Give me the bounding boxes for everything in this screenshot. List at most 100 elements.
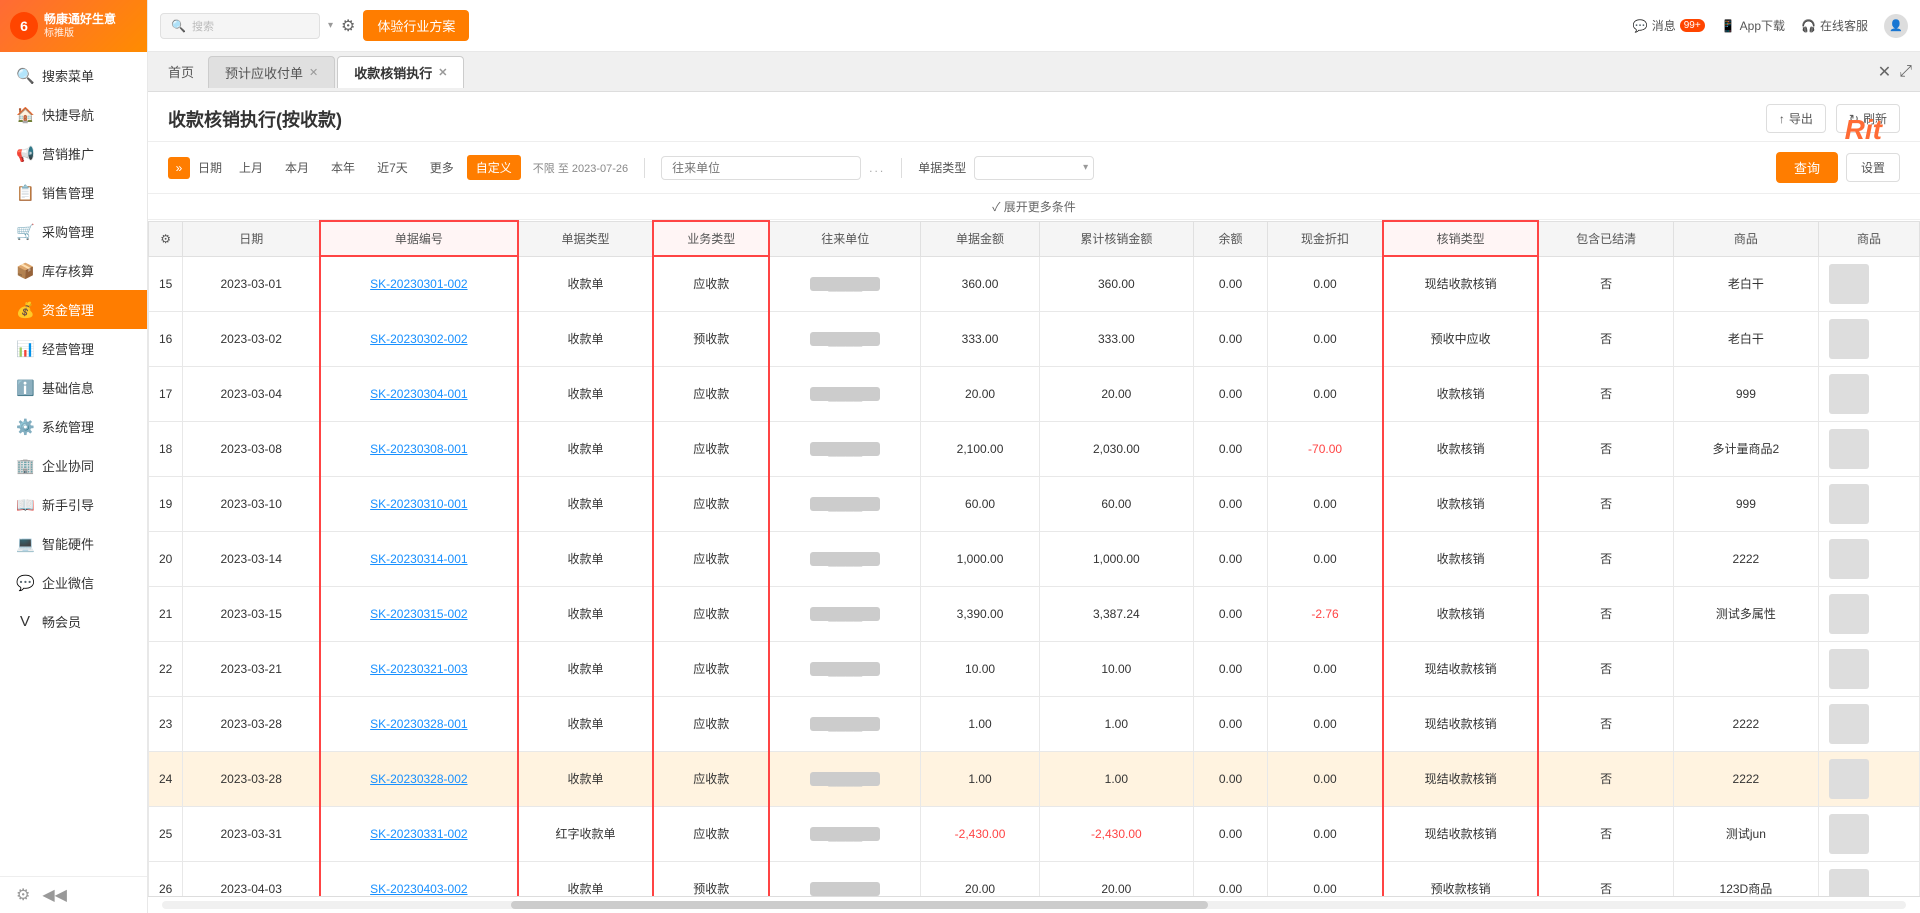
cell-date: 2023-03-28 xyxy=(183,696,320,751)
sidebar-item-sales[interactable]: 📋销售管理 xyxy=(0,173,147,212)
sidebar-item-system[interactable]: ⚙️系统管理 xyxy=(0,407,147,446)
collapse-icon[interactable]: ◀◀ xyxy=(42,885,67,905)
table-row[interactable]: 26 2023-04-03 SK-20230403-002 收款单 预收款 ██… xyxy=(149,861,1920,896)
cell-writeoff-type: 现结收款核销 xyxy=(1383,696,1539,751)
tab-yingfu-close[interactable]: ✕ xyxy=(309,66,318,79)
sidebar-item-member[interactable]: V畅会员 xyxy=(0,602,147,641)
more-btn[interactable]: 更多 xyxy=(421,155,463,180)
service-item[interactable]: 🎧 在线客服 xyxy=(1801,17,1868,34)
sidebar-label-finance: 资金管理 xyxy=(42,300,94,319)
table-row[interactable]: 22 2023-03-21 SK-20230321-003 收款单 应收款 ██… xyxy=(149,641,1920,696)
export-btn[interactable]: ↑ 导出 xyxy=(1766,104,1826,133)
sidebar-item-wechat[interactable]: 💬企业微信 xyxy=(0,563,147,602)
query-btn[interactable]: 查询 xyxy=(1776,152,1838,183)
cell-date: 2023-03-08 xyxy=(183,421,320,476)
cell-bill-no: SK-20230302-002 xyxy=(320,311,518,366)
cell-bill-type: 收款单 xyxy=(518,421,654,476)
table-row[interactable]: 17 2023-03-04 SK-20230304-001 收款单 应收款 ██… xyxy=(149,366,1920,421)
cell-product: 测试jun xyxy=(1673,806,1818,861)
cell-discount: 0.00 xyxy=(1268,751,1383,806)
table-row[interactable]: 21 2023-03-15 SK-20230315-002 收款单 应收款 ██… xyxy=(149,586,1920,641)
table-row[interactable]: 16 2023-03-02 SK-20230302-002 收款单 预收款 ██… xyxy=(149,311,1920,366)
scrollbar[interactable] xyxy=(162,901,1906,909)
expand-bar: ✓ 展开更多条件 xyxy=(148,194,1920,220)
this-month-btn[interactable]: 本月 xyxy=(276,155,318,180)
tab-shoukuan[interactable]: 收款核销执行 ✕ xyxy=(337,56,464,88)
cell-partner: ████ xyxy=(769,861,920,896)
table-row[interactable]: 20 2023-03-14 SK-20230314-001 收款单 应收款 ██… xyxy=(149,531,1920,586)
filter-settings-btn[interactable]: 设置 xyxy=(1846,153,1900,182)
cell-writeoff-type: 收款核销 xyxy=(1383,421,1539,476)
custom-btn[interactable]: 自定义 xyxy=(467,155,521,180)
table-row[interactable]: 24 2023-03-28 SK-20230328-002 收款单 应收款 ██… xyxy=(149,751,1920,806)
main-area: 🔍 搜索 ▾ ⚙ 体验行业方案 💬 消息 99+ 📱 App下载 🎧 在线客服 … xyxy=(148,0,1920,913)
table-row[interactable]: 23 2023-03-28 SK-20230328-001 收款单 应收款 ██… xyxy=(149,696,1920,751)
basic-icon: ℹ️ xyxy=(16,379,34,397)
table-row[interactable]: 15 2023-03-01 SK-20230301-002 收款单 应收款 ██… xyxy=(149,256,1920,311)
last7-btn[interactable]: 近7天 xyxy=(368,155,417,180)
gear-icon[interactable]: ⚙ xyxy=(341,16,355,36)
sidebar-menu: 🔍搜索菜单🏠快捷导航📢营销推广📋销售管理🛒采购管理 📦 库存核算 💰资金管理📊经营管理… xyxy=(0,52,147,876)
cell-seq: 19 xyxy=(149,476,183,531)
cell-date: 2023-03-04 xyxy=(183,366,320,421)
sidebar-item-search[interactable]: 🔍搜索菜单 xyxy=(0,56,147,95)
table-row[interactable]: 19 2023-03-10 SK-20230310-001 收款单 应收款 ██… xyxy=(149,476,1920,531)
filter-date-group: 上月 本月 本年 近7天 更多 自定义 xyxy=(230,155,521,180)
cell-discount: 0.00 xyxy=(1268,256,1383,311)
scroll-thumb[interactable] xyxy=(511,901,1209,909)
partner-input[interactable] xyxy=(661,156,861,180)
cell-product2 xyxy=(1818,586,1919,641)
expand-tab-btn[interactable]: ⤢ xyxy=(1899,62,1912,82)
cell-bill-no: SK-20230314-001 xyxy=(320,531,518,586)
inventory-icon: 📦 xyxy=(16,262,34,280)
sidebar-item-operations[interactable]: 📊经营管理 xyxy=(0,329,147,368)
tab-shoukuan-close[interactable]: ✕ xyxy=(438,66,447,79)
table-row[interactable]: 18 2023-03-08 SK-20230308-001 收款单 应收款 ██… xyxy=(149,421,1920,476)
col-settings[interactable]: ⚙ xyxy=(149,221,183,256)
industry-btn[interactable]: 体验行业方案 xyxy=(363,10,469,41)
cell-date: 2023-04-03 xyxy=(183,861,320,896)
cell-balance: 0.00 xyxy=(1193,421,1267,476)
sidebar-label-inventory: 库存核算 xyxy=(42,261,94,280)
close-tab-btn[interactable]: ✕ xyxy=(1878,62,1891,82)
dropdown-arrow[interactable]: ▾ xyxy=(328,20,333,31)
logo-sub: 标推版 xyxy=(44,27,116,40)
sidebar-item-purchase[interactable]: 🛒采购管理 xyxy=(0,212,147,251)
sidebar-item-hardware[interactable]: 💻智能硬件 xyxy=(0,524,147,563)
tab-yingfu[interactable]: 预计应收付单 ✕ xyxy=(208,56,335,88)
sidebar-item-guide[interactable]: 📖新手引导 xyxy=(0,485,147,524)
messages-item[interactable]: 💬 消息 99+ xyxy=(1633,17,1705,34)
app-download-item[interactable]: 📱 App下载 xyxy=(1721,17,1785,34)
cell-product2 xyxy=(1818,806,1919,861)
sidebar-item-quick[interactable]: 🏠快捷导航 xyxy=(0,95,147,134)
col-product: 商品 xyxy=(1673,221,1818,256)
cell-balance: 0.00 xyxy=(1193,311,1267,366)
topbar-search[interactable]: 🔍 搜索 xyxy=(160,13,320,39)
cell-discount: 0.00 xyxy=(1268,366,1383,421)
sidebar-item-enterprise[interactable]: 🏢企业协同 xyxy=(0,446,147,485)
last-month-btn[interactable]: 上月 xyxy=(230,155,272,180)
tab-yingfu-label: 预计应收付单 xyxy=(225,63,303,82)
sidebar-item-inventory[interactable]: 📦 库存核算 xyxy=(0,251,147,290)
bill-type-select[interactable] xyxy=(974,156,1094,180)
cell-writeoff-amount: 333.00 xyxy=(1039,311,1193,366)
table-row[interactable]: 25 2023-03-31 SK-20230331-002 红字收款单 应收款 … xyxy=(149,806,1920,861)
sidebar-item-marketing[interactable]: 📢营销推广 xyxy=(0,134,147,173)
sidebar-item-basic[interactable]: ℹ️基础信息 xyxy=(0,368,147,407)
cell-seq: 15 xyxy=(149,256,183,311)
user-item[interactable]: 👤 xyxy=(1884,14,1908,38)
cell-bill-type: 收款单 xyxy=(518,366,654,421)
expand-more-btn[interactable]: ✓ 展开更多条件 xyxy=(992,198,1076,215)
filter-toggle-btn[interactable]: » xyxy=(168,157,190,179)
cell-biz-type: 应收款 xyxy=(653,641,769,696)
cell-biz-type: 应收款 xyxy=(653,586,769,641)
tab-home[interactable]: 首页 xyxy=(156,56,206,87)
this-year-btn[interactable]: 本年 xyxy=(322,155,364,180)
cell-balance: 0.00 xyxy=(1193,366,1267,421)
sidebar-item-finance[interactable]: 💰资金管理 xyxy=(0,290,147,329)
cell-include-settled: 否 xyxy=(1538,366,1673,421)
settings-icon[interactable]: ⚙ xyxy=(16,885,30,905)
sidebar-label-wechat: 企业微信 xyxy=(42,573,94,592)
service-icon: 🎧 xyxy=(1801,19,1816,33)
col-writeoff-type: 核销类型 xyxy=(1383,221,1539,256)
